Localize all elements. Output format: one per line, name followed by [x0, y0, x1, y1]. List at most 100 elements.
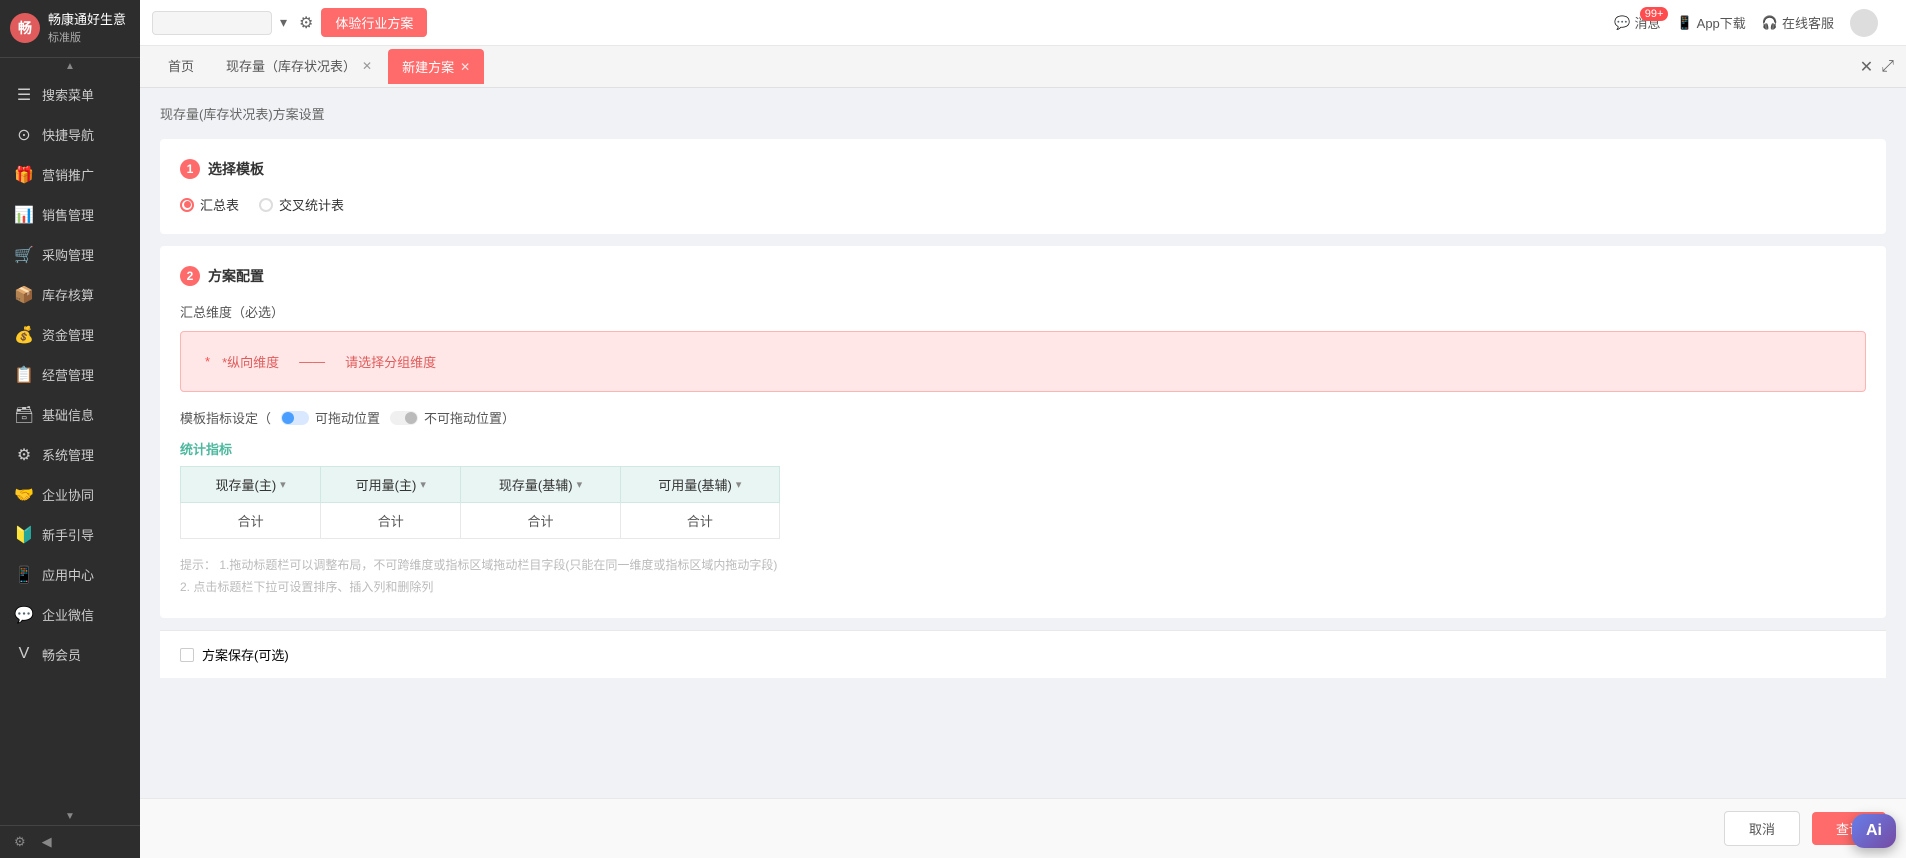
col3-header[interactable]: 现存量(基辅) ▾	[461, 467, 620, 503]
sales-icon: 📊	[14, 205, 34, 225]
finance-icon: 💰	[14, 325, 34, 345]
col4-header[interactable]: 可用量(基辅) ▾	[620, 467, 779, 503]
app-download-label: App下载	[1697, 13, 1746, 32]
sidebar-scroll-up[interactable]: ▲	[0, 58, 140, 75]
col1-header[interactable]: 现存量(主) ▾	[181, 467, 321, 503]
headset-icon: 🎧	[1762, 15, 1778, 31]
sidebar-item-marketing[interactable]: 🎁 营销推广	[0, 155, 140, 195]
non-draggable-toggle-switch	[390, 411, 418, 425]
trial-btn[interactable]: 体验行业方案	[321, 8, 427, 37]
sidebar-item-label: 企业协同	[42, 485, 94, 504]
col3-label: 现存量(基辅)	[499, 475, 573, 494]
sidebar-item-new-guide[interactable]: 🔰 新手引导	[0, 515, 140, 555]
page-title: 现存量(库存状况表)方案设置	[160, 104, 1886, 123]
sidebar-item-wechat[interactable]: 💬 企业微信	[0, 595, 140, 635]
indicators-setting-row: 模板指标设定（ 可拖动位置 不可拖动位置）	[180, 408, 1866, 427]
tab-expand-icon-btn[interactable]: ⤢	[1881, 58, 1894, 76]
sidebar-item-cooperation[interactable]: 🤝 企业协同	[0, 475, 140, 515]
sidebar-item-app-center[interactable]: 📱 应用中心	[0, 555, 140, 595]
sidebar-item-basic-info[interactable]: 🗃 基础信息	[0, 395, 140, 435]
col2-chevron-icon: ▾	[420, 478, 426, 491]
col1-chevron-icon: ▾	[280, 478, 286, 491]
dimension-hint: 请选择分组维度	[345, 352, 436, 371]
col2-label: 可用量(主)	[356, 475, 417, 494]
save-row: 方案保存(可选)	[160, 630, 1886, 678]
tab-inventory-close-btn[interactable]: ✕	[362, 59, 372, 73]
col2-header[interactable]: 可用量(主) ▾	[321, 467, 461, 503]
bottom-bar: 取消 查询	[140, 798, 1906, 858]
sidebar-item-operation[interactable]: 📋 经营管理	[0, 355, 140, 395]
non-draggable-label: 不可拖动位置）	[424, 408, 515, 427]
sidebar-scroll-down[interactable]: ▼	[0, 808, 140, 825]
app-download-btn[interactable]: 📱 App下载	[1676, 13, 1745, 32]
indicators-label: 模板指标设定（	[180, 408, 271, 427]
radio-summary-table[interactable]: 汇总表	[180, 195, 239, 214]
tab-home[interactable]: 首页	[152, 46, 210, 87]
sidebar-item-finance[interactable]: 💰 资金管理	[0, 315, 140, 355]
dimension-box[interactable]: * *纵向维度 —— 请选择分组维度	[180, 331, 1866, 392]
step2-card: 2 方案配置 汇总维度（必选） * *纵向维度 —— 请选择分组维度 模板指标设…	[160, 246, 1886, 618]
sidebar-item-search-menu[interactable]: ☰ 搜索菜单	[0, 75, 140, 115]
ai-fab-button[interactable]: Ai	[1852, 814, 1896, 848]
inventory-icon: 📦	[14, 285, 34, 305]
required-star: *	[205, 354, 210, 369]
basic-info-icon: 🗃	[14, 405, 34, 425]
sidebar-bottom: ⚙ ◀	[0, 825, 140, 858]
draggable-toggle: 可拖动位置	[281, 408, 380, 427]
sidebar-item-sales[interactable]: 📊 销售管理	[0, 195, 140, 235]
sidebar-item-system[interactable]: ⚙ 系统管理	[0, 435, 140, 475]
template-radio-group: 汇总表 交叉统计表	[180, 195, 1866, 214]
col4-chevron-icon: ▾	[736, 478, 742, 491]
settings-icon[interactable]: ⚙	[14, 834, 26, 850]
hint-section: 提示： 1.拖动标题栏可以调整布局，不可跨维度或指标区域拖动栏目字段(只能在同一…	[180, 555, 1866, 598]
radio-cross-label: 交叉统计表	[279, 195, 344, 214]
message-btn[interactable]: 💬 消息 99+	[1614, 13, 1660, 32]
app-name: 畅康通好生意	[48, 12, 126, 29]
tab-new-plan-close-btn[interactable]: ✕	[460, 60, 470, 74]
sidebar-item-label: 搜索菜单	[42, 85, 94, 104]
sidebar-item-inventory[interactable]: 📦 库存核算	[0, 275, 140, 315]
app-version: 标准版	[48, 29, 126, 45]
col2-cell: 合计	[321, 503, 461, 539]
quick-nav-icon: ⊙	[14, 125, 34, 145]
step2-title: 方案配置	[208, 266, 264, 286]
service-btn[interactable]: 🎧 在线客服	[1762, 13, 1834, 32]
sidebar-item-label: 销售管理	[42, 205, 94, 224]
cancel-button[interactable]: 取消	[1724, 811, 1800, 846]
vip-icon: V	[14, 645, 34, 663]
tab-new-plan[interactable]: 新建方案 ✕	[388, 49, 484, 84]
sidebar-item-quick-nav[interactable]: ⊙ 快捷导航	[0, 115, 140, 155]
radio-dot-cross	[259, 198, 273, 212]
avatar	[1850, 9, 1878, 37]
sidebar-item-label: 资金管理	[42, 325, 94, 344]
save-checkbox[interactable]	[180, 648, 194, 662]
search-dropdown-btn[interactable]: ▾	[280, 14, 287, 31]
sidebar-item-purchase[interactable]: 🛒 采购管理	[0, 235, 140, 275]
sidebar-item-vip[interactable]: V 畅会员	[0, 635, 140, 674]
step2-label: 2 方案配置	[180, 266, 1866, 286]
step1-label: 1 选择模板	[180, 159, 1866, 179]
search-menu-icon: ☰	[14, 85, 34, 105]
non-draggable-toggle: 不可拖动位置）	[390, 408, 515, 427]
hint-2: 2. 点击标题栏下拉可设置排序、插入列和删除列	[180, 577, 1866, 599]
sidebar-item-label: 基础信息	[42, 405, 94, 424]
col4-label: 可用量(基辅)	[658, 475, 732, 494]
help-icon[interactable]: ◀	[42, 834, 52, 850]
summary-dimension-label: 汇总维度（必选）	[180, 302, 1866, 321]
tab-close-icon-btn[interactable]: ✕	[1860, 57, 1873, 77]
draggable-toggle-switch[interactable]	[281, 411, 309, 425]
hint-1: 提示： 1.拖动标题栏可以调整布局，不可跨维度或指标区域拖动栏目字段(只能在同一…	[180, 555, 1866, 577]
sidebar-item-label: 经营管理	[42, 365, 94, 384]
gear-btn[interactable]: ⚙	[299, 13, 313, 33]
save-checkbox-label: 方案保存(可选)	[202, 645, 289, 664]
stats-table: 现存量(主) ▾ 可用量(主) ▾ 现存量(基辅	[180, 466, 780, 539]
step2-number: 2	[180, 266, 200, 286]
tab-inventory-status-label: 现存量（库存状况表）	[226, 56, 356, 75]
operation-icon: 📋	[14, 365, 34, 385]
search-input[interactable]	[152, 11, 272, 35]
dimension-placeholder-required: *纵向维度	[222, 352, 279, 371]
tab-new-plan-label: 新建方案	[402, 57, 454, 76]
topbar-right: 💬 消息 99+ 📱 App下载 🎧 在线客服	[1614, 9, 1894, 37]
tab-inventory-status[interactable]: 现存量（库存状况表） ✕	[210, 46, 388, 87]
radio-cross-table[interactable]: 交叉统计表	[259, 195, 344, 214]
